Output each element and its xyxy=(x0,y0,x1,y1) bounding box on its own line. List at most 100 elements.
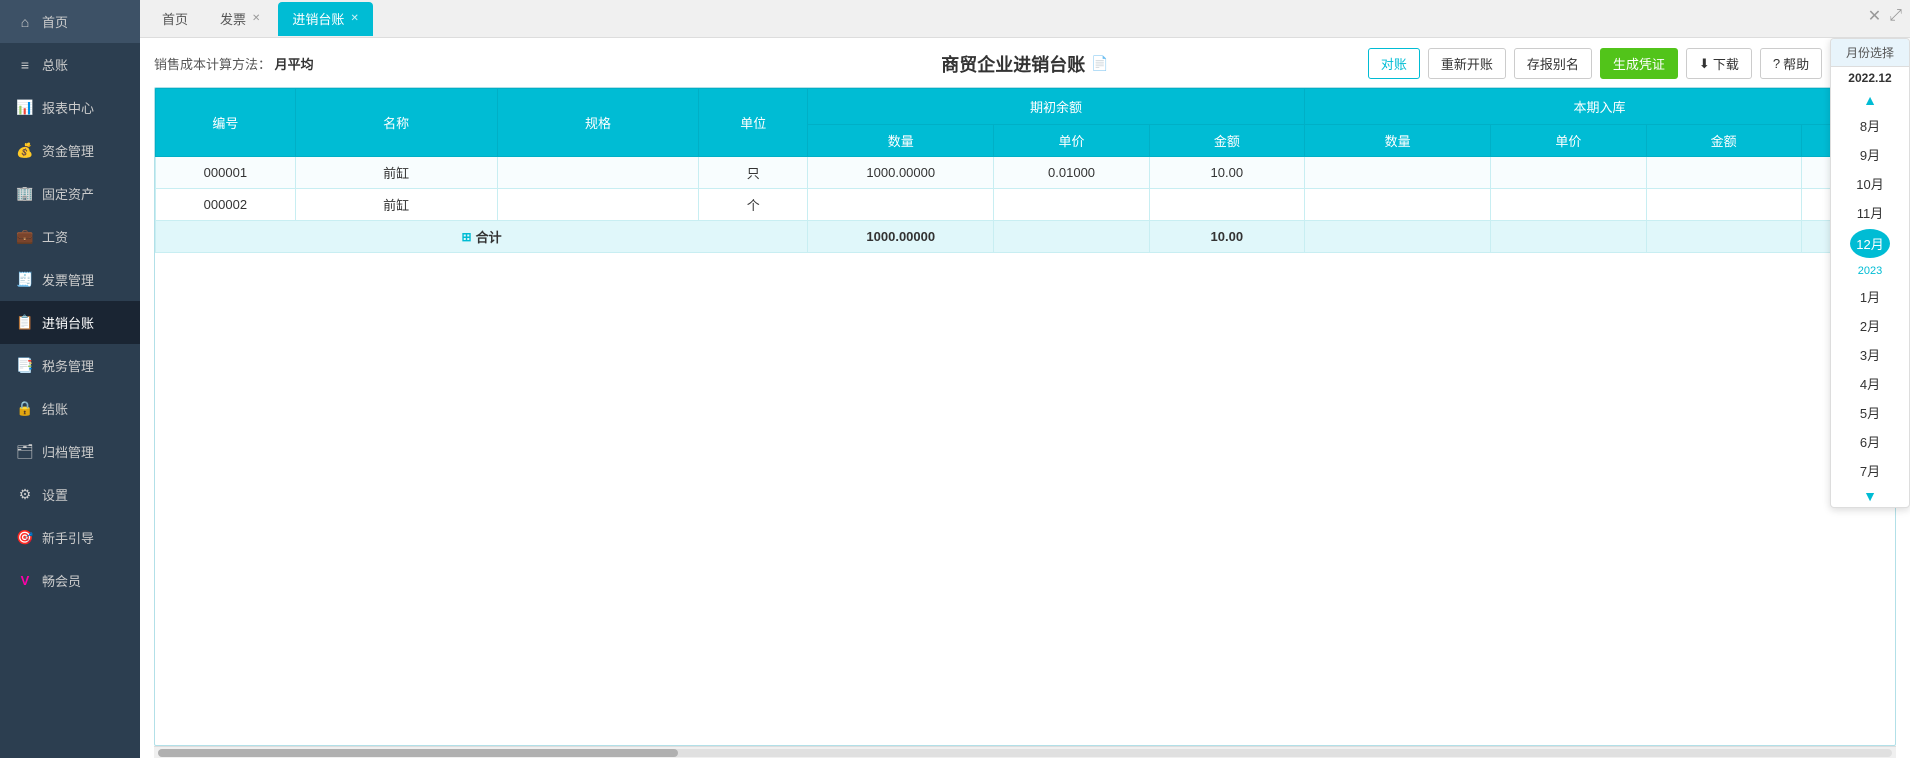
sidebar-item-label: 工资 xyxy=(42,227,68,246)
save-alias-button[interactable]: 存报别名 xyxy=(1514,48,1592,79)
col-ci-amount: 金额 xyxy=(1646,125,1801,157)
window-close-icon[interactable]: ✕ xyxy=(1868,6,1881,26)
cell-unit: 个 xyxy=(699,189,808,221)
sidebar-item-payroll[interactable]: 💼 工资 xyxy=(0,215,140,258)
month-item-2023-6[interactable]: 6月 xyxy=(1831,427,1909,456)
sidebar-item-archive[interactable]: 🗂 归档管理 xyxy=(0,430,140,473)
month-item-11[interactable]: 11月 xyxy=(1831,198,1909,227)
help-icon: ? xyxy=(1773,56,1780,71)
sidebar-item-label: 报表中心 xyxy=(42,98,94,117)
table-row: 000002 前缸 个 xyxy=(156,189,1895,221)
generate-voucher-button[interactable]: 生成凭证 xyxy=(1600,48,1678,79)
col-qs-price: 单价 xyxy=(994,125,1149,157)
sidebar-item-close-accounts[interactable]: 🔒 结账 xyxy=(0,387,140,430)
sidebar-item-funds[interactable]: 💰 资金管理 xyxy=(0,129,140,172)
col-header-spec: 规格 xyxy=(497,89,699,157)
window-expand-icon[interactable]: ⤢ xyxy=(1889,7,1902,25)
month-item-10[interactable]: 10月 xyxy=(1831,169,1909,198)
total-ci-price xyxy=(1491,221,1646,253)
cell-qs-qty: 1000.00000 xyxy=(808,157,994,189)
tab-purchase-sales-close[interactable]: ✕ xyxy=(350,13,358,24)
guide-icon: 🎯 xyxy=(16,529,34,546)
month-item-2023-2[interactable]: 2月 xyxy=(1831,311,1909,340)
month-item-2023-3[interactable]: 3月 xyxy=(1831,340,1909,369)
col-header-name: 名称 xyxy=(295,89,497,157)
tab-bar: 首页 发票 ✕ 进销台账 ✕ ✕ ⤢ xyxy=(140,0,1910,38)
sidebar-item-home[interactable]: ⌂ 首页 xyxy=(0,0,140,43)
cell-unit: 只 xyxy=(699,157,808,189)
ledger-icon: ≡ xyxy=(16,57,34,73)
download-label: 下载 xyxy=(1713,54,1739,73)
scrollbar-thumb[interactable] xyxy=(158,749,678,757)
help-button[interactable]: ? 帮助 xyxy=(1760,48,1822,79)
tab-invoice[interactable]: 发票 ✕ xyxy=(206,2,274,36)
month-item-2023-5[interactable]: 5月 xyxy=(1831,398,1909,427)
sidebar-item-label: 固定资产 xyxy=(42,184,94,203)
funds-icon: 💰 xyxy=(16,142,34,159)
month-scroll-up[interactable]: ▲ xyxy=(1831,89,1909,111)
reports-icon: 📊 xyxy=(16,99,34,116)
cell-qs-qty xyxy=(808,189,994,221)
sidebar-item-label: 归档管理 xyxy=(42,442,94,461)
tab-purchase-sales-label: 进销台账 xyxy=(292,9,344,28)
sidebar-item-purchase-sales[interactable]: 📋 进销台账 xyxy=(0,301,140,344)
purchase-sales-icon: 📋 xyxy=(16,314,34,331)
data-table-container: 编号 名称 规格 单位 期初余额 本期入库 数量 单价 金额 数量 单价 金额 xyxy=(154,87,1896,746)
sidebar-item-invoice-mgmt[interactable]: 🧾 发票管理 xyxy=(0,258,140,301)
month-panel-year-2022: 2022.12 xyxy=(1831,67,1909,89)
total-row: ⊞ 合计 1000.00000 10.00 xyxy=(156,221,1895,253)
sidebar-item-reports[interactable]: 📊 报表中心 xyxy=(0,86,140,129)
tab-home-label: 首页 xyxy=(162,9,188,28)
scrollbar-track xyxy=(158,749,1892,757)
tax-icon: 📑 xyxy=(16,357,34,374)
tab-invoice-close[interactable]: ✕ xyxy=(252,13,260,24)
horizontal-scrollbar[interactable] xyxy=(154,746,1896,758)
tab-home[interactable]: 首页 xyxy=(148,2,202,36)
month-item-8[interactable]: 8月 xyxy=(1831,111,1909,140)
cell-qs-price xyxy=(994,189,1149,221)
sidebar-item-vip[interactable]: V 畅会员 xyxy=(0,559,140,602)
download-button[interactable]: ⬇ 下载 xyxy=(1686,48,1752,79)
month-item-9[interactable]: 9月 xyxy=(1831,140,1909,169)
month-year-2023-label: 2023 xyxy=(1831,260,1909,282)
month-item-2023-4[interactable]: 4月 xyxy=(1831,369,1909,398)
month-item-2023-1[interactable]: 1月 xyxy=(1831,282,1909,311)
title-edit-icon[interactable]: 📄 xyxy=(1091,55,1108,72)
cell-id: 000002 xyxy=(156,189,296,221)
month-panel: 月份选择 2022.12 ▲ 8月 9月 10月 11月 12月 2023 1月… xyxy=(1830,38,1910,508)
reopen-button[interactable]: 重新开账 xyxy=(1428,48,1506,79)
col-header-period-start: 期初余额 xyxy=(808,89,1305,125)
sidebar-item-label: 进销台账 xyxy=(42,313,94,332)
reconcile-button[interactable]: 对账 xyxy=(1368,48,1420,79)
sidebar-item-label: 首页 xyxy=(42,12,68,31)
tab-purchase-sales[interactable]: 进销台账 ✕ xyxy=(278,2,372,36)
main-content: 首页 发票 ✕ 进销台账 ✕ ✕ ⤢ 销售成本计算方法： 月平均 商贸企业进销台… xyxy=(140,0,1910,758)
cell-qs-amount xyxy=(1149,189,1304,221)
cost-method: 销售成本计算方法： 月平均 xyxy=(154,54,314,73)
cost-method-value: 月平均 xyxy=(275,57,314,72)
sidebar-item-settings[interactable]: ⚙ 设置 xyxy=(0,473,140,516)
sidebar-item-assets[interactable]: 🏢 固定资产 xyxy=(0,172,140,215)
cell-qs-amount: 10.00 xyxy=(1149,157,1304,189)
col-qs-qty: 数量 xyxy=(808,125,994,157)
cell-ci-qty xyxy=(1304,189,1490,221)
archive-icon: 🗂 xyxy=(16,443,34,460)
download-icon: ⬇ xyxy=(1699,56,1710,72)
total-qs-qty: 1000.00000 xyxy=(808,221,994,253)
sidebar-item-label: 资金管理 xyxy=(42,141,94,160)
sidebar: ⌂ 首页 ≡ 总账 📊 报表中心 💰 资金管理 🏢 固定资产 💼 工资 🧾 发票… xyxy=(0,0,140,758)
cell-ci-price xyxy=(1491,157,1646,189)
cell-ci-amount xyxy=(1646,157,1801,189)
sidebar-item-label: 设置 xyxy=(42,485,68,504)
sidebar-item-guide[interactable]: 🎯 新手引导 xyxy=(0,516,140,559)
title-text: 商贸企业进销台账 xyxy=(941,51,1085,77)
month-item-12[interactable]: 12月 xyxy=(1850,229,1890,258)
month-item-2023-7[interactable]: 7月 xyxy=(1831,456,1909,485)
sidebar-item-ledger[interactable]: ≡ 总账 xyxy=(0,43,140,86)
month-scroll-down[interactable]: ▼ xyxy=(1831,485,1909,507)
home-icon: ⌂ xyxy=(16,14,34,30)
sidebar-item-tax[interactable]: 📑 税务管理 xyxy=(0,344,140,387)
month-panel-scroll: 8月 9月 10月 11月 12月 2023 1月 2月 3月 4月 5月 6月… xyxy=(1831,111,1909,485)
col-header-id: 编号 xyxy=(156,89,296,157)
total-label-cell: ⊞ 合计 xyxy=(156,221,808,253)
